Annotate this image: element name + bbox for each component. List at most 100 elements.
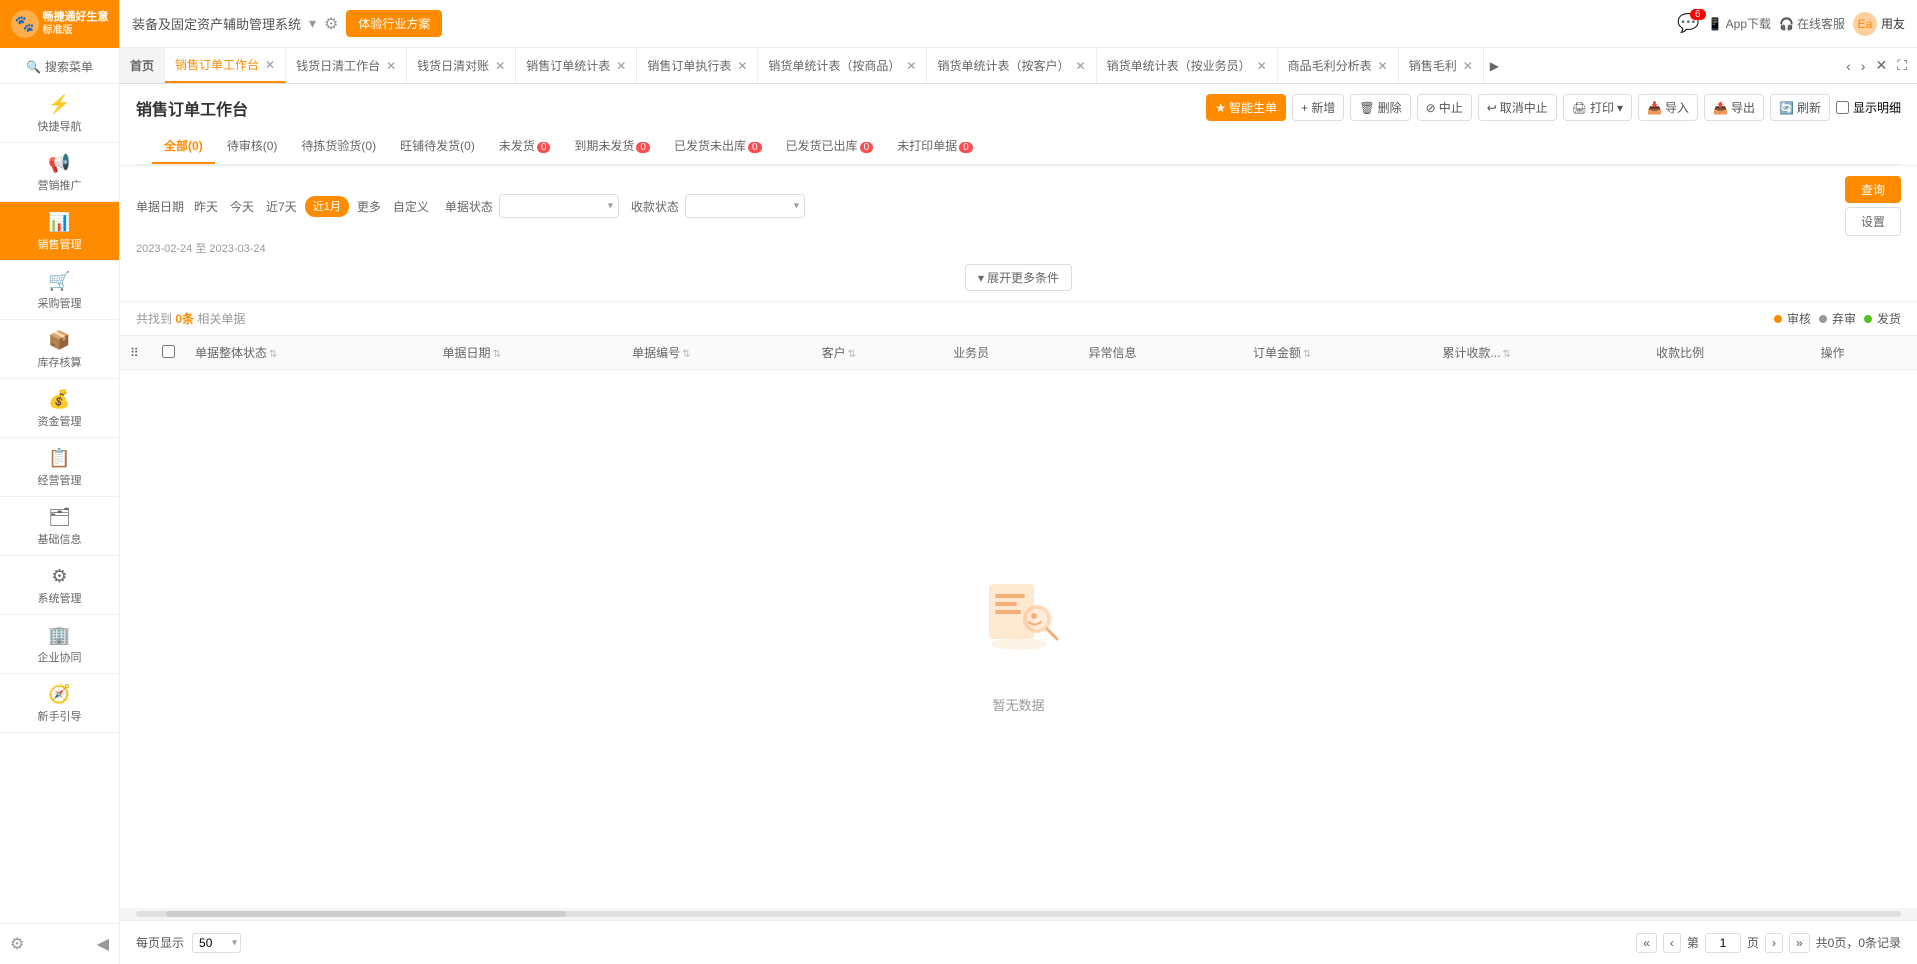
topbar-gear-icon[interactable]: ⚙ <box>324 14 338 34</box>
tab-action-next[interactable]: › <box>1857 56 1870 76</box>
scroll-bar-thumb[interactable] <box>166 911 566 917</box>
tab-sales-stat-close[interactable]: ✕ <box>616 59 626 73</box>
tab-sales-profit[interactable]: 销售毛利 ✕ <box>1399 48 1484 83</box>
th-number[interactable]: 单据编号⇅ <box>622 336 812 370</box>
date-btn-today[interactable]: 今天 <box>226 196 258 217</box>
smart-create-btn[interactable]: ★ 智能生单 <box>1206 94 1286 121</box>
date-btn-yesterday[interactable]: 昨天 <box>190 196 222 217</box>
sidebar-item-corp[interactable]: 🏢 企业协同 <box>0 615 119 674</box>
sidebar-item-finance[interactable]: 💰 资金管理 <box>0 379 119 438</box>
user-area[interactable]: Ea 用友 <box>1853 12 1905 36</box>
subtab-pending-inspect[interactable]: 待拣货验货(0) <box>289 129 388 164</box>
refresh-btn[interactable]: 🔄 刷新 <box>1770 94 1830 121</box>
export-btn[interactable]: 📤 导出 <box>1704 94 1764 121</box>
tab-sales-staff-close[interactable]: ✕ <box>1257 59 1267 73</box>
date-btn-1month[interactable]: 近1月 <box>305 196 349 217</box>
tab-sales-goods-close[interactable]: ✕ <box>906 59 916 73</box>
tab-cash-daily[interactable]: 钱货日清工作台 ✕ <box>286 48 407 83</box>
suspend-btn[interactable]: ⊘ 中止 <box>1417 94 1472 121</box>
cancel-review-btn[interactable]: 弃审 <box>1819 310 1856 327</box>
expand-filter-btn[interactable]: ▾ 展开更多条件 <box>965 264 1072 291</box>
subtab-unshipped[interactable]: 未发货0 <box>487 129 563 164</box>
subtab-wangpu-pending[interactable]: 旺铺待发货(0) <box>388 129 487 164</box>
sidebar-item-system[interactable]: ⚙ 系统管理 <box>0 556 119 615</box>
tab-sales-customer[interactable]: 销货单统计表（按客户） ✕ <box>927 48 1096 83</box>
tab-cash-reconcile-close[interactable]: ✕ <box>495 59 505 73</box>
subtab-overdue-unshipped[interactable]: 到期未发货0 <box>562 129 662 164</box>
app-download-btn[interactable]: 📱 App下载 <box>1708 15 1771 32</box>
sidebar-item-inventory[interactable]: 📦 库存核算 <box>0 320 119 379</box>
query-btn[interactable]: 查询 <box>1845 176 1901 203</box>
subtab-all[interactable]: 全部(0) <box>152 129 215 164</box>
th-anomaly-label: 异常信息 <box>1089 346 1137 360</box>
sidebar-item-sales[interactable]: 📊 销售管理 <box>0 202 119 261</box>
suspend-label: 中止 <box>1439 99 1463 116</box>
settings-bottom-icon[interactable]: ⚙ <box>10 934 24 954</box>
tab-sales-profit-close[interactable]: ✕ <box>1463 59 1473 73</box>
select-all-checkbox[interactable] <box>162 345 175 358</box>
tab-sales-workbench[interactable]: 销售订单工作台 ✕ <box>165 48 286 83</box>
th-order-amount[interactable]: 订单金额⇅ <box>1243 336 1433 370</box>
tab-sales-stat[interactable]: 销售订单统计表 ✕ <box>516 48 637 83</box>
tab-action-prev[interactable]: ‹ <box>1842 56 1855 76</box>
subtab-pending-review[interactable]: 待审核(0) <box>215 129 290 164</box>
print-btn[interactable]: 🖨 打印 ▾ <box>1563 94 1632 121</box>
subtab-unprinted[interactable]: 未打印单据0 <box>885 129 985 164</box>
page-last-btn[interactable]: » <box>1789 933 1810 953</box>
page-next-btn[interactable]: › <box>1765 933 1783 953</box>
filter-status-select[interactable] <box>499 194 619 218</box>
tab-gross-profit[interactable]: 商品毛利分析表 ✕ <box>1278 48 1399 83</box>
topbar-dropdown-icon[interactable]: ▾ <box>309 15 316 32</box>
collapse-sidebar-icon[interactable]: ◀ <box>97 934 109 954</box>
show-detail-checkbox[interactable]: 显示明细 <box>1836 99 1901 116</box>
tab-overflow-btn[interactable]: ▶ <box>1484 48 1505 83</box>
sidebar-item-quick[interactable]: ⚡ 快捷导航 <box>0 84 119 143</box>
page-first-btn[interactable]: « <box>1636 933 1657 953</box>
tab-sales-goods[interactable]: 销货单统计表（按商品） ✕ <box>758 48 927 83</box>
tab-expand[interactable]: ⛶ <box>1893 55 1911 76</box>
ship-btn[interactable]: 发货 <box>1864 310 1901 327</box>
date-btn-more[interactable]: 更多 <box>353 196 385 217</box>
tab-home[interactable]: 首页 <box>120 48 165 83</box>
tab-sales-exec-close[interactable]: ✕ <box>737 59 747 73</box>
tab-sales-exec[interactable]: 销售订单执行表 ✕ <box>637 48 758 83</box>
tab-gross-profit-close[interactable]: ✕ <box>1378 59 1388 73</box>
page-size-select[interactable]: 50 100 200 <box>192 933 241 953</box>
subtab-shipped-out[interactable]: 已发货已出库0 <box>774 129 886 164</box>
tab-cash-daily-close[interactable]: ✕ <box>386 59 396 73</box>
date-btn-custom[interactable]: 自定义 <box>389 196 433 217</box>
cancel-suspend-btn[interactable]: ↩ 取消中止 <box>1478 94 1557 121</box>
sidebar-bottom: ⚙ ◀ <box>0 923 119 964</box>
topbar-solution-btn[interactable]: 体验行业方案 <box>346 10 442 37</box>
import-btn[interactable]: 📥 导入 <box>1638 94 1698 121</box>
sidebar-item-marketing[interactable]: 📢 营销推广 <box>0 143 119 202</box>
tab-sales-workbench-close[interactable]: ✕ <box>265 58 275 72</box>
page-num-input[interactable] <box>1705 933 1741 953</box>
filter-settings-btn[interactable]: 设置 <box>1845 207 1901 236</box>
th-date[interactable]: 单据日期⇅ <box>433 336 623 370</box>
subtab-shipped-not-out[interactable]: 已发货未出库0 <box>662 129 774 164</box>
tab-close-all[interactable]: ✕ <box>1871 55 1891 76</box>
th-cumulative[interactable]: 累计收款...⇅ <box>1432 336 1646 370</box>
online-service-btn[interactable]: 🎧 在线客服 <box>1779 15 1845 32</box>
sidebar-item-basic-info[interactable]: 🗂 基础信息 <box>0 497 119 556</box>
message-icon-btn[interactable]: 💬 6 <box>1677 13 1699 34</box>
show-detail-input[interactable] <box>1836 101 1849 114</box>
review-btn[interactable]: 审核 <box>1774 310 1811 327</box>
sidebar-item-operations[interactable]: 📋 经营管理 <box>0 438 119 497</box>
tab-sales-customer-close[interactable]: ✕ <box>1076 59 1086 73</box>
tab-sales-staff[interactable]: 销货单统计表（按业务员） ✕ <box>1097 48 1278 83</box>
th-customer[interactable]: 客户⇅ <box>812 336 944 370</box>
sidebar-item-guide[interactable]: 🧭 新手引导 <box>0 674 119 733</box>
sidebar-item-search[interactable]: 🔍 搜索菜单 <box>0 48 119 84</box>
tab-right-actions: ‹ › ✕ ⛶ <box>1836 48 1917 83</box>
filter-payment-select[interactable] <box>685 194 805 218</box>
th-checkbox[interactable] <box>152 336 185 370</box>
sidebar-item-purchase[interactable]: 🛒 采购管理 <box>0 261 119 320</box>
page-prev-btn[interactable]: ‹ <box>1663 933 1681 953</box>
new-btn[interactable]: + 新增 <box>1292 94 1344 121</box>
date-btn-7days[interactable]: 近7天 <box>262 196 301 217</box>
tab-cash-reconcile[interactable]: 钱货日清对账 ✕ <box>407 48 516 83</box>
th-status[interactable]: 单据整体状态⇅ <box>185 336 433 370</box>
delete-btn[interactable]: 🗑 删除 <box>1350 94 1410 121</box>
